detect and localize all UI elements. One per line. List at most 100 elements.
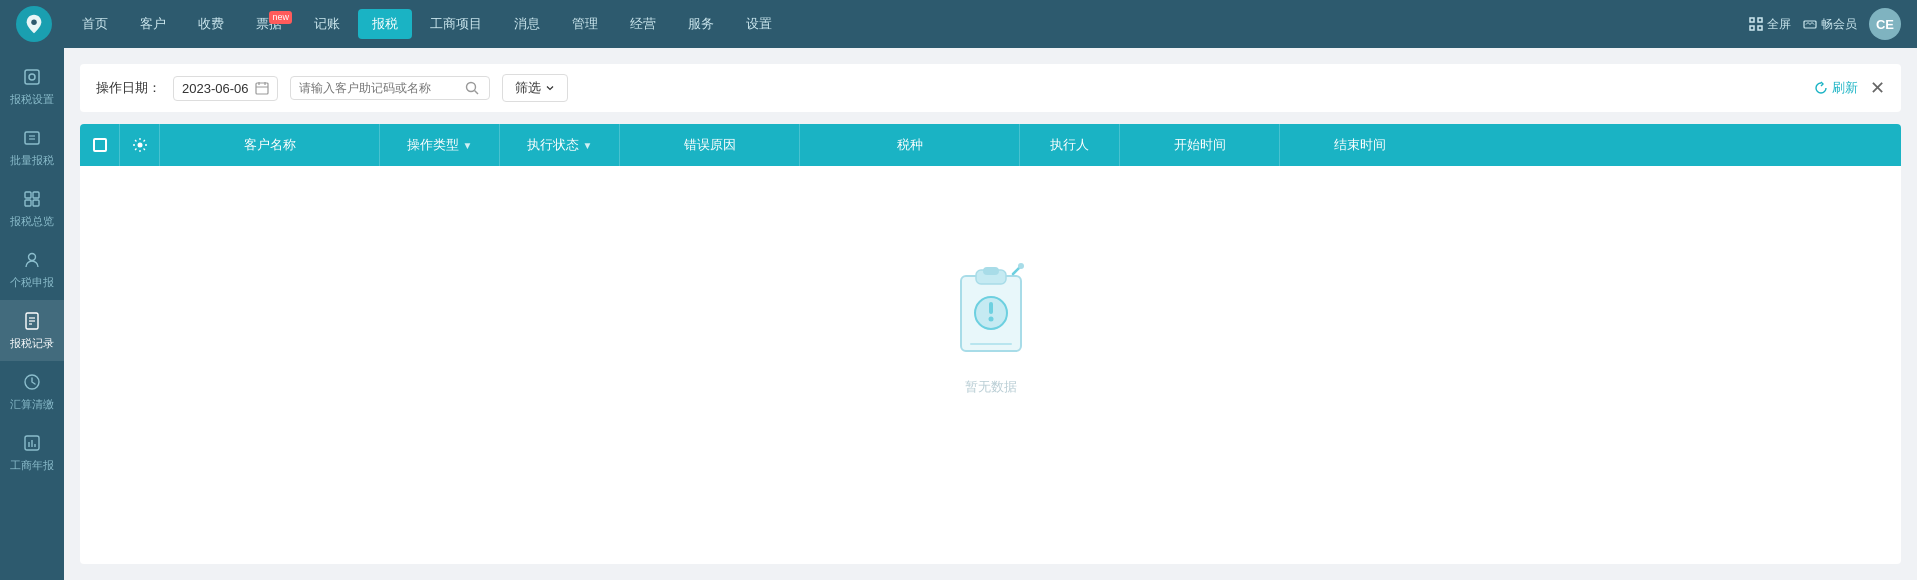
svg-rect-13: [25, 200, 31, 206]
fullscreen-label: 全屏: [1767, 16, 1791, 33]
sidebar-item-tax-record[interactable]: 报税记录: [0, 300, 64, 361]
tax-record-icon: [21, 310, 43, 332]
vip-label: 畅会员: [1821, 16, 1857, 33]
svg-rect-4: [1758, 26, 1762, 30]
th-start-time: 开始时间: [1120, 124, 1280, 166]
sidebar: 报税设置批量报税报税总览个税申报报税记录汇算清缴工商年报: [0, 48, 64, 580]
sidebar-item-personal-tax[interactable]: 个税申报: [0, 239, 64, 300]
svg-rect-11: [25, 192, 31, 198]
filter-button[interactable]: 筛选: [502, 74, 568, 102]
svg-rect-25: [256, 83, 268, 94]
search-icon: [465, 81, 479, 95]
th-end-time: 结束时间: [1280, 124, 1440, 166]
nav-item-manage[interactable]: 管理: [558, 9, 612, 39]
nav-item-business[interactable]: 工商项目: [416, 9, 496, 39]
th-op-type: 操作类型 ▼: [380, 124, 500, 166]
svg-rect-14: [33, 200, 39, 206]
th-error-reason: 错误原因: [620, 124, 800, 166]
svg-point-39: [1018, 263, 1024, 269]
svg-rect-34: [983, 267, 999, 275]
sidebar-label-tax-overview: 报税总览: [10, 214, 54, 229]
empty-illustration: [941, 256, 1041, 366]
th-exec-status: 执行状态 ▼: [500, 124, 620, 166]
svg-rect-12: [33, 192, 39, 198]
content-area: 操作日期： 2023-06-06 筛选: [64, 48, 1917, 580]
svg-point-29: [466, 83, 475, 92]
nav-item-message[interactable]: 消息: [500, 9, 554, 39]
empty-text: 暂无数据: [965, 378, 1017, 396]
refresh-button[interactable]: 刷新: [1814, 79, 1858, 97]
settings-icon: [132, 137, 148, 153]
nav-menu: 首页客户收费票据new记账报税工商项目消息管理经营服务设置: [68, 9, 1749, 39]
sidebar-label-annual-report: 工商年报: [10, 458, 54, 473]
app-logo[interactable]: [16, 6, 52, 42]
nav-item-fee[interactable]: 收费: [184, 9, 238, 39]
personal-tax-icon: [21, 249, 43, 271]
sort-icon: ▼: [463, 140, 473, 151]
data-table: 客户名称 操作类型 ▼ 执行状态 ▼ 错误原因 税种 执行人 开始时间 结束时间: [80, 124, 1901, 564]
th-executor: 执行人: [1020, 124, 1120, 166]
nav-item-home[interactable]: 首页: [68, 9, 122, 39]
th-tax-type: 税种: [800, 124, 1020, 166]
nav-item-invoice[interactable]: 票据new: [242, 9, 296, 39]
search-box[interactable]: [290, 76, 490, 100]
sidebar-label-personal-tax: 个税申报: [10, 275, 54, 290]
refresh-icon: [1814, 81, 1828, 95]
vip-button[interactable]: 畅会员: [1803, 16, 1857, 33]
sidebar-label-tax-settings: 报税设置: [10, 92, 54, 107]
th-checkbox[interactable]: [80, 124, 120, 166]
avatar[interactable]: CE: [1869, 8, 1901, 40]
svg-rect-2: [1758, 18, 1762, 22]
toolbar-right: 刷新 ✕: [1814, 77, 1885, 99]
sidebar-item-tax-settings[interactable]: 报税设置: [0, 56, 64, 117]
empty-state: 暂无数据: [80, 166, 1901, 486]
chevron-down-icon: [545, 83, 555, 93]
nav-badge-invoice: new: [269, 11, 292, 24]
sidebar-item-batch-tax[interactable]: 批量报税: [0, 117, 64, 178]
sidebar-label-batch-tax: 批量报税: [10, 153, 54, 168]
svg-point-0: [31, 19, 37, 25]
main-layout: 报税设置批量报税报税总览个税申报报税记录汇算清缴工商年报 操作日期： 2023-…: [0, 48, 1917, 580]
sort-icon-2: ▼: [583, 140, 593, 151]
th-settings: [120, 124, 160, 166]
svg-point-7: [29, 74, 35, 80]
nav-item-settings[interactable]: 设置: [732, 9, 786, 39]
nav-item-client[interactable]: 客户: [126, 9, 180, 39]
svg-line-30: [474, 91, 478, 95]
svg-rect-8: [25, 132, 39, 144]
tax-settings-icon: [21, 66, 43, 88]
nav-item-operation[interactable]: 经营: [616, 9, 670, 39]
sidebar-label-settlement: 汇算清缴: [10, 397, 54, 412]
annual-report-icon: [21, 432, 43, 454]
svg-point-31: [137, 143, 142, 148]
sidebar-item-tax-overview[interactable]: 报税总览: [0, 178, 64, 239]
sidebar-item-annual-report[interactable]: 工商年报: [0, 422, 64, 483]
fullscreen-button[interactable]: 全屏: [1749, 16, 1791, 33]
tax-overview-icon: [21, 188, 43, 210]
date-picker[interactable]: 2023-06-06: [173, 76, 278, 101]
sidebar-label-tax-record: 报税记录: [10, 336, 54, 351]
toolbar: 操作日期： 2023-06-06 筛选: [80, 64, 1901, 112]
settlement-icon: [21, 371, 43, 393]
th-name: 客户名称: [160, 124, 380, 166]
svg-point-15: [29, 254, 36, 261]
svg-rect-1: [1750, 18, 1754, 22]
calendar-icon: [255, 81, 269, 95]
top-nav-right: 全屏 畅会员 CE: [1749, 8, 1901, 40]
svg-rect-3: [1750, 26, 1754, 30]
svg-rect-36: [989, 302, 993, 314]
select-all-checkbox[interactable]: [93, 138, 107, 152]
svg-rect-6: [25, 70, 39, 84]
svg-point-37: [988, 317, 993, 322]
refresh-label: 刷新: [1832, 79, 1858, 97]
nav-item-bookkeeping[interactable]: 记账: [300, 9, 354, 39]
sidebar-item-settlement[interactable]: 汇算清缴: [0, 361, 64, 422]
nav-item-tax[interactable]: 报税: [358, 9, 412, 39]
batch-tax-icon: [21, 127, 43, 149]
date-label: 操作日期：: [96, 79, 161, 97]
search-input[interactable]: [299, 81, 459, 95]
nav-item-service[interactable]: 服务: [674, 9, 728, 39]
date-value: 2023-06-06: [182, 81, 249, 96]
table-header: 客户名称 操作类型 ▼ 执行状态 ▼ 错误原因 税种 执行人 开始时间 结束时间: [80, 124, 1901, 166]
close-button[interactable]: ✕: [1870, 77, 1885, 99]
